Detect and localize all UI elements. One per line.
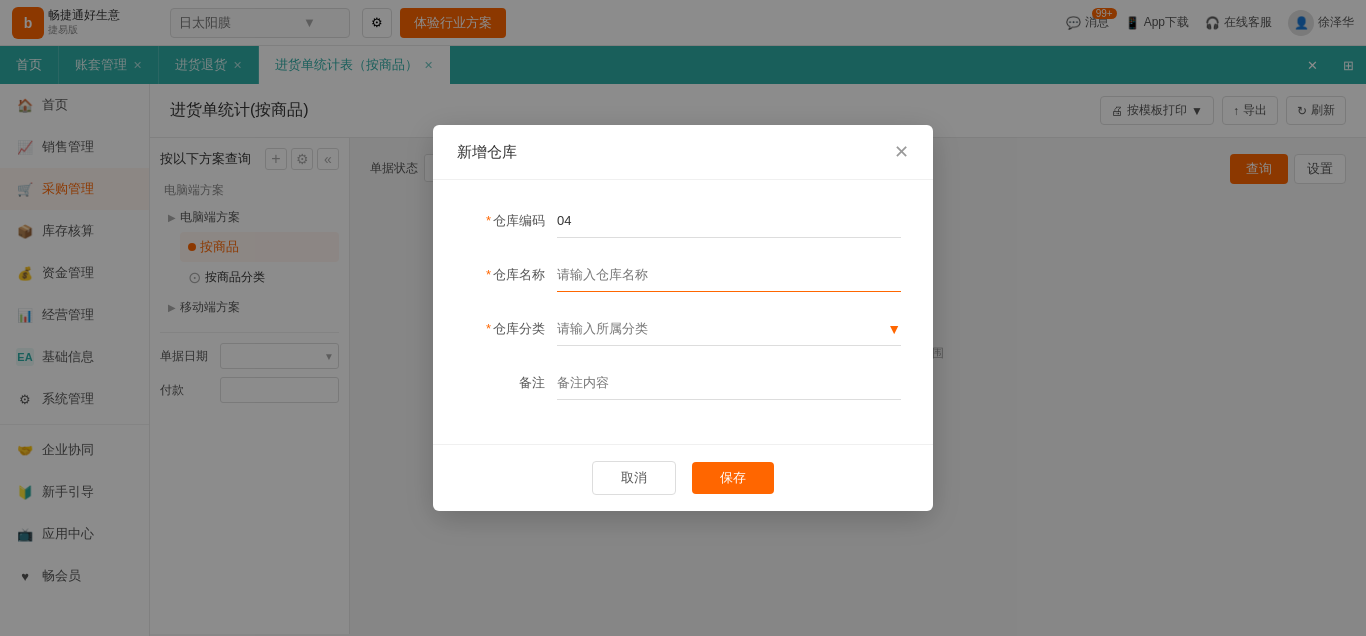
warehouse-code-input[interactable] xyxy=(557,204,901,238)
modal-title: 新增仓库 xyxy=(457,143,517,162)
warehouse-note-row: 备注 xyxy=(465,366,901,400)
modal-header: 新增仓库 ✕ xyxy=(433,125,933,180)
new-warehouse-modal: 新增仓库 ✕ 仓库编码 仓库名称 仓库分类 ▼ xyxy=(433,125,933,511)
warehouse-note-input[interactable] xyxy=(557,366,901,400)
save-button[interactable]: 保存 xyxy=(692,462,774,494)
modal-footer: 取消 保存 xyxy=(433,444,933,511)
warehouse-category-label: 仓库分类 xyxy=(465,320,545,338)
warehouse-name-input[interactable] xyxy=(557,258,901,292)
modal-overlay: 新增仓库 ✕ 仓库编码 仓库名称 仓库分类 ▼ xyxy=(0,0,1366,636)
modal-close-button[interactable]: ✕ xyxy=(894,141,909,163)
category-select-arrow-icon: ▼ xyxy=(887,321,901,337)
warehouse-note-label: 备注 xyxy=(465,374,545,392)
warehouse-name-row: 仓库名称 xyxy=(465,258,901,292)
warehouse-category-select[interactable]: ▼ xyxy=(557,312,901,346)
warehouse-name-label: 仓库名称 xyxy=(465,266,545,284)
modal-body: 仓库编码 仓库名称 仓库分类 ▼ 备注 xyxy=(433,180,933,444)
cancel-button[interactable]: 取消 xyxy=(592,461,676,495)
warehouse-code-row: 仓库编码 xyxy=(465,204,901,238)
warehouse-category-row: 仓库分类 ▼ xyxy=(465,312,901,346)
warehouse-category-input[interactable] xyxy=(557,317,887,340)
warehouse-code-label: 仓库编码 xyxy=(465,212,545,230)
